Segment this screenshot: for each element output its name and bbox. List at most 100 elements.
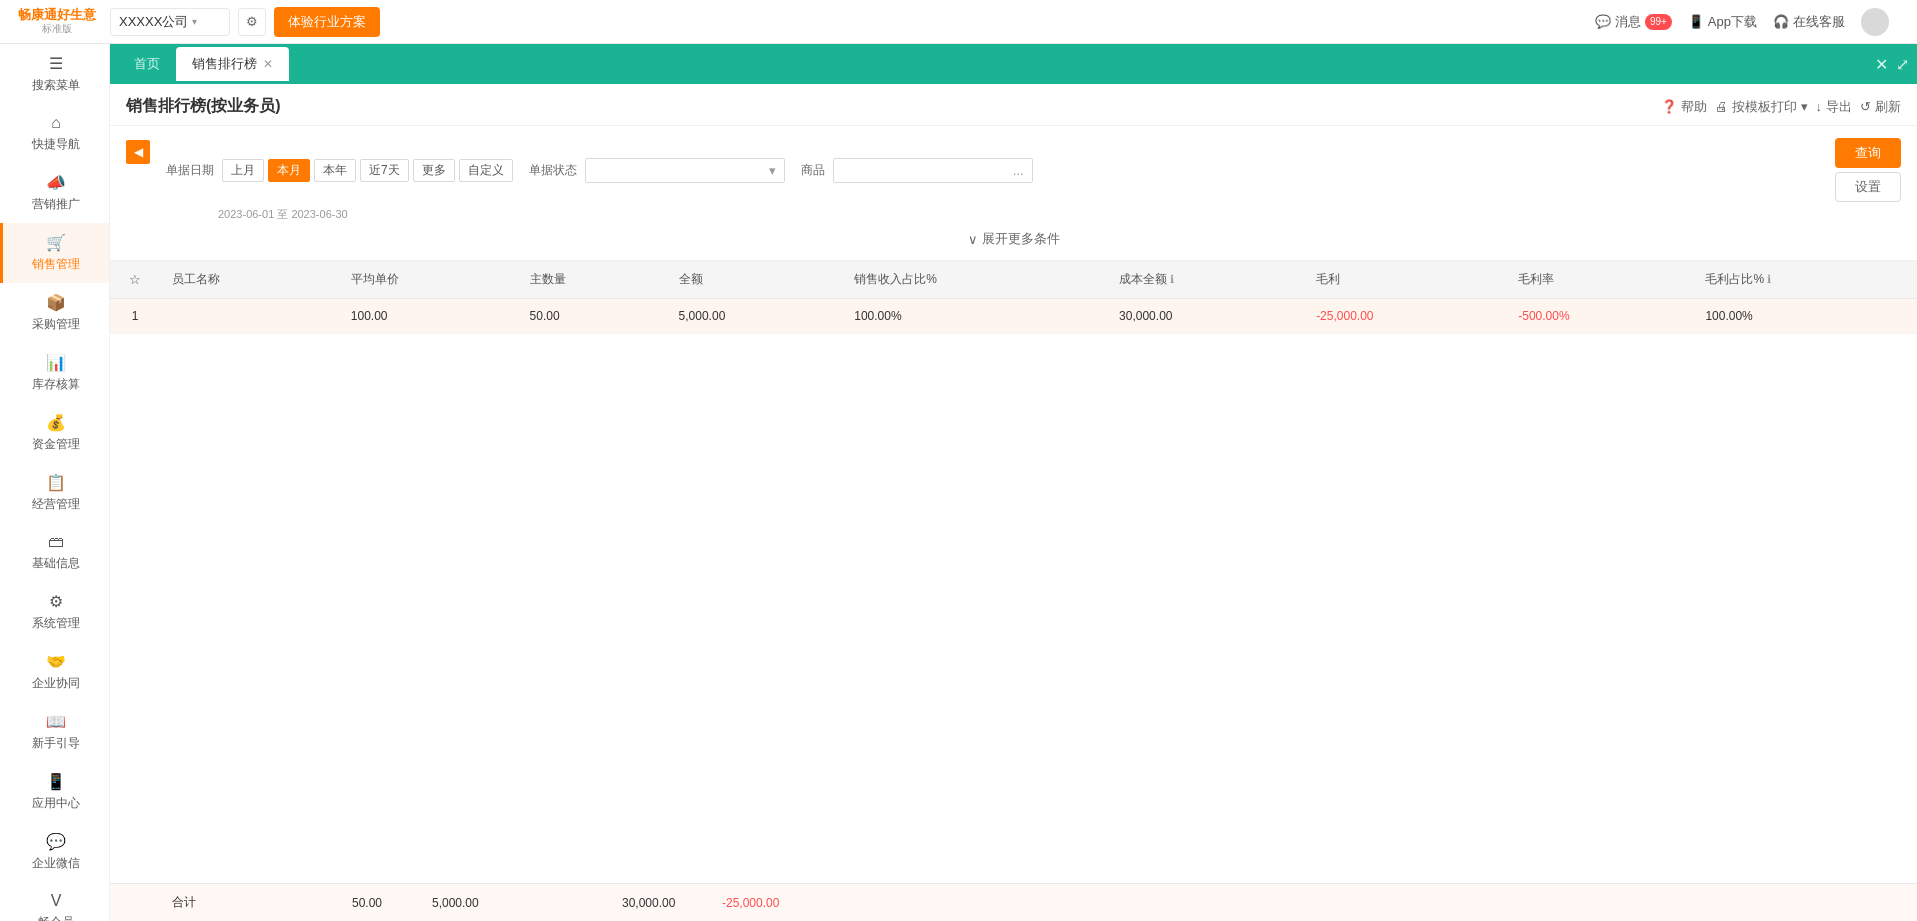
sidebar-item-system-label: 系统管理 (32, 615, 80, 632)
cell-sales-pct: 100.00% (842, 299, 1107, 334)
page-content: 销售排行榜(按业务员) ❓ 帮助 🖨 按模板打印 ▾ ↓ 导出 (110, 84, 1917, 921)
sidebar-item-guide[interactable]: 📖 新手引导 (0, 702, 109, 762)
gear-icon-btn[interactable]: ⚙ (238, 8, 266, 36)
message-item[interactable]: 💬 消息 99+ (1595, 13, 1672, 31)
footer-total: 合计 50.00 5,000.00 30,000.00 -25,000.00 (110, 883, 1917, 921)
expand-conditions-label: 展开更多条件 (982, 230, 1060, 248)
print-chevron-icon: ▾ (1801, 99, 1808, 114)
date-btn-last-month[interactable]: 上月 (222, 159, 264, 182)
goods-input[interactable]: ... (833, 158, 1033, 183)
collapse-filter-icon[interactable]: ◀ (126, 140, 150, 164)
main-layout: ☰ 搜索菜单 ⌂ 快捷导航 📣 营销推广 🛒 销售管理 📦 采购管理 📊 库存核… (0, 44, 1917, 921)
tab-home[interactable]: 首页 (118, 47, 176, 81)
filter-row-1: 单据日期 上月 本月 本年 近7天 更多 自定义 (166, 138, 1901, 202)
sidebar-item-wechat[interactable]: 💬 企业微信 (0, 822, 109, 882)
sidebar-item-system[interactable]: ⚙ 系统管理 (0, 582, 109, 642)
status-filter: 单据状态 ▾ (529, 158, 785, 183)
logo-area: 畅康通好生意 标准版 (12, 7, 102, 37)
tab-close-icon[interactable]: ✕ (263, 57, 273, 71)
set-button[interactable]: 设置 (1835, 172, 1901, 202)
sidebar-item-search[interactable]: ☰ 搜索菜单 (0, 44, 109, 104)
sidebar-item-inventory[interactable]: 📊 库存核算 (0, 343, 109, 403)
export-button[interactable]: ↓ 导出 (1816, 98, 1853, 116)
cell-name (160, 299, 339, 334)
th-sales-pct: 销售收入占比% (842, 261, 1107, 299)
system-icon: ⚙ (49, 592, 63, 611)
date-btn-more[interactable]: 更多 (413, 159, 455, 182)
message-label: 消息 (1615, 13, 1641, 31)
sidebar-item-nav[interactable]: ⌂ 快捷导航 (0, 104, 109, 163)
date-btn-this-year[interactable]: 本年 (314, 159, 356, 182)
status-filter-label: 单据状态 (529, 162, 577, 179)
star-icon: ☆ (129, 272, 141, 287)
maximize-icon[interactable]: ⤢ (1896, 55, 1909, 74)
logo-text: 畅康通好生意 (18, 7, 96, 23)
sidebar-item-enterprise[interactable]: 🤝 企业协同 (0, 642, 109, 702)
refresh-button[interactable]: ↺ 刷新 (1860, 98, 1901, 116)
refresh-icon: ↺ (1860, 99, 1871, 114)
tab-home-label: 首页 (134, 55, 160, 73)
export-icon: ↓ (1816, 99, 1823, 114)
sidebar-item-member-label: 畅会员 (38, 914, 74, 921)
sidebar-item-guide-label: 新手引导 (32, 735, 80, 752)
avatar[interactable] (1861, 8, 1889, 36)
sidebar-item-finance-label: 资金管理 (32, 436, 80, 453)
tab-sales-ranking[interactable]: 销售排行榜 ✕ (176, 47, 289, 81)
sidebar-item-member[interactable]: V 畅会员 (0, 882, 109, 921)
th-name: 员工名称 (160, 261, 339, 299)
home-icon: ⌂ (51, 114, 61, 132)
cell-avg-price: 100.00 (339, 299, 518, 334)
print-icon: 🖨 (1715, 99, 1728, 114)
company-name: XXXXX公司 (119, 13, 188, 31)
wechat-icon: 💬 (46, 832, 66, 851)
sidebar-item-marketing[interactable]: 📣 营销推广 (0, 163, 109, 223)
close-window-icon[interactable]: ✕ (1875, 55, 1888, 74)
basic-info-icon: 🗃 (48, 533, 64, 551)
cost-info-icon[interactable]: ℹ (1170, 273, 1174, 285)
headset-icon: 🎧 (1773, 14, 1789, 29)
app-download-item[interactable]: 📱 App下载 (1688, 13, 1757, 31)
date-btn-7days[interactable]: 近7天 (360, 159, 409, 182)
online-service-item[interactable]: 🎧 在线客服 (1773, 13, 1845, 31)
query-button[interactable]: 查询 (1835, 138, 1901, 168)
date-btn-custom[interactable]: 自定义 (459, 159, 513, 182)
goods-filter: 商品 ... (801, 158, 1033, 183)
status-select[interactable]: ▾ (585, 158, 785, 183)
top-bar: 畅康通好生意 标准版 XXXXX公司 ▾ ⚙ 体验行业方案 💬 消息 99+ 📱… (0, 0, 1917, 44)
date-range-row: 2023-06-01 至 2023-06-30 (166, 206, 1901, 222)
sidebar-item-purchase[interactable]: 📦 采购管理 (0, 283, 109, 343)
footer-gross: -25,000.00 (722, 896, 812, 910)
th-main-qty: 主数量 (518, 261, 667, 299)
sidebar-item-finance[interactable]: 💰 资金管理 (0, 403, 109, 463)
marketing-icon: 📣 (46, 173, 66, 192)
purchase-icon: 📦 (46, 293, 66, 312)
management-icon: 📋 (46, 473, 66, 492)
print-button[interactable]: 🖨 按模板打印 ▾ (1715, 98, 1808, 116)
footer-cost: 30,000.00 (622, 896, 722, 910)
sidebar-item-sales[interactable]: 🛒 销售管理 (0, 223, 109, 283)
content-area: 首页 销售排行榜 ✕ ✕ ⤢ 销售排行榜(按业务员) ❓ 帮助 (110, 44, 1917, 921)
expand-conditions-btn[interactable]: ∨ 展开更多条件 (968, 230, 1060, 248)
sidebar-item-enterprise-label: 企业协同 (32, 675, 80, 692)
data-table: ☆ 员工名称 平均单价 主数量 全额 销售收入占比% 成本全额 ℹ 毛利 (110, 261, 1917, 334)
tab-bar: 首页 销售排行榜 ✕ ✕ ⤢ (110, 44, 1917, 84)
sales-icon: 🛒 (46, 233, 66, 252)
member-icon: V (51, 892, 62, 910)
goods-more-icon: ... (1013, 163, 1024, 178)
table-body: 1 100.00 50.00 5,000.00 100.00% 30,000.0… (110, 299, 1917, 334)
online-service-label: 在线客服 (1793, 13, 1845, 31)
finance-icon: 💰 (46, 413, 66, 432)
sidebar-item-management[interactable]: 📋 经营管理 (0, 463, 109, 523)
sidebar-item-apps[interactable]: 📱 应用中心 (0, 762, 109, 822)
company-selector[interactable]: XXXXX公司 ▾ (110, 8, 230, 36)
table-area: ☆ 员工名称 平均单价 主数量 全额 销售收入占比% 成本全额 ℹ 毛利 (110, 261, 1917, 883)
filter-right-btns: 查询 设置 (1835, 138, 1901, 202)
help-button[interactable]: ❓ 帮助 (1661, 98, 1707, 116)
search-menu-icon: ☰ (49, 54, 63, 73)
grosspct-info-icon[interactable]: ℹ (1767, 273, 1771, 285)
trial-button[interactable]: 体验行业方案 (274, 7, 380, 37)
sidebar-item-basic-info[interactable]: 🗃 基础信息 (0, 523, 109, 582)
table-row: 1 100.00 50.00 5,000.00 100.00% 30,000.0… (110, 299, 1917, 334)
date-btn-this-month[interactable]: 本月 (268, 159, 310, 182)
footer-amount: 5,000.00 (432, 896, 522, 910)
